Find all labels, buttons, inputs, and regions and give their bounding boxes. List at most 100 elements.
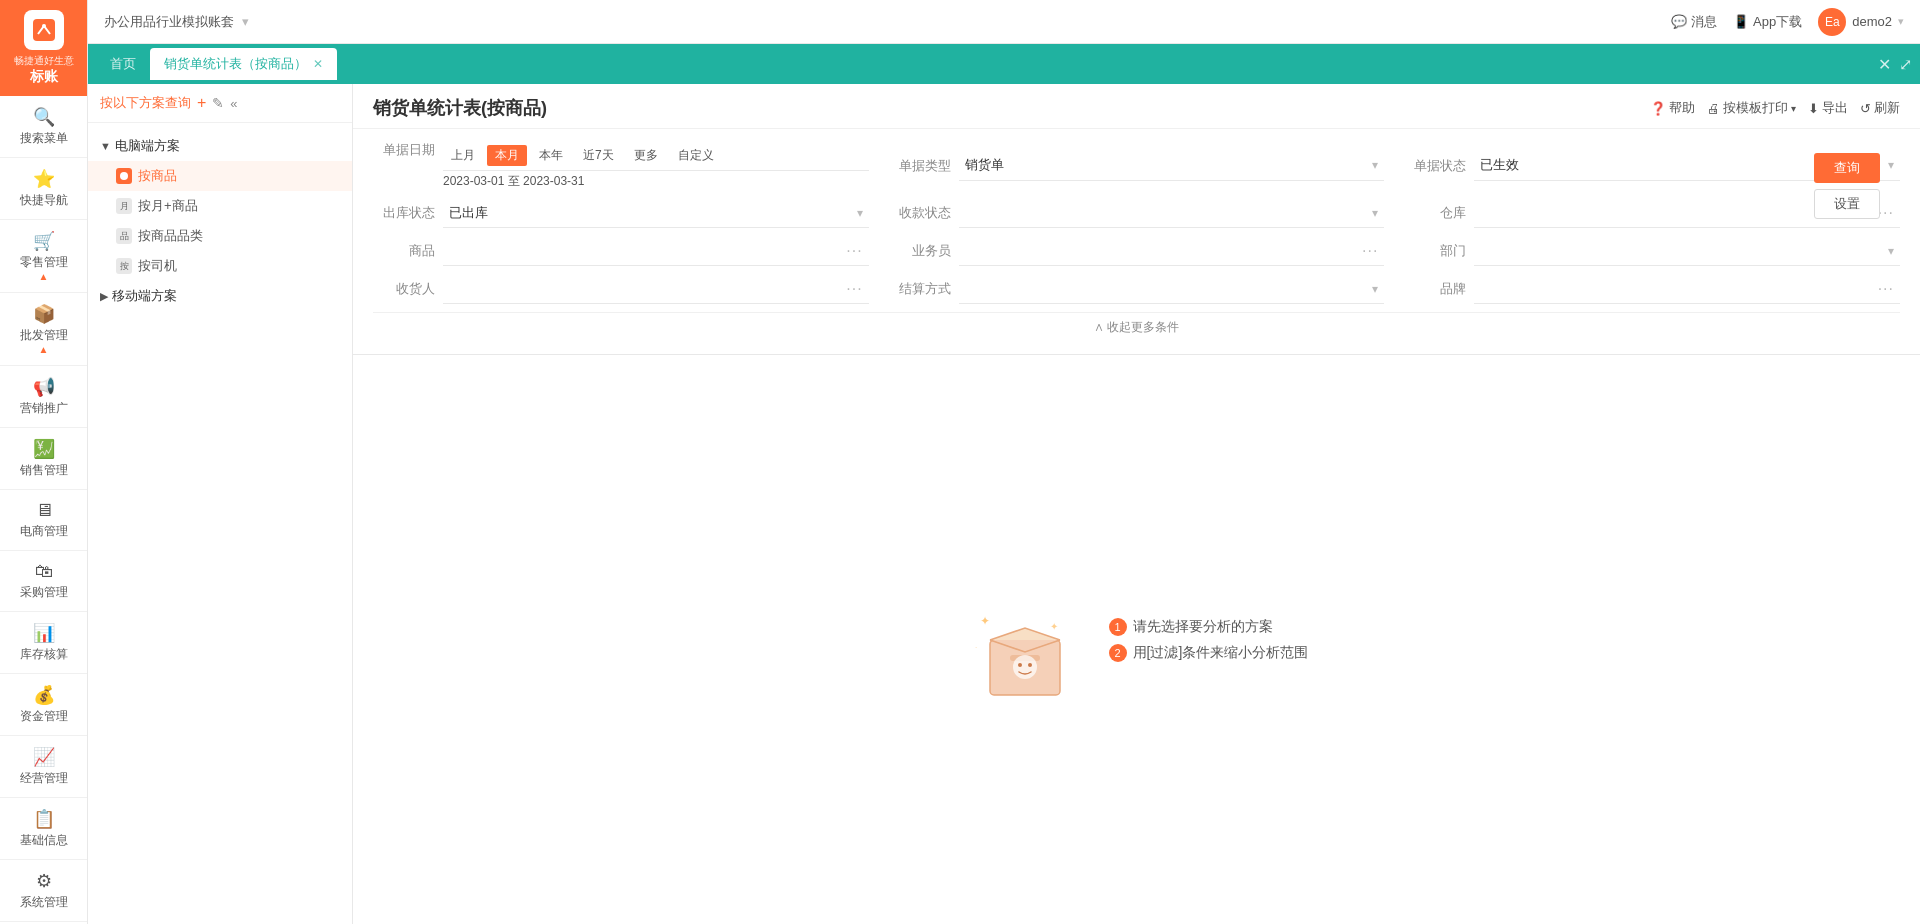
date-custom[interactable]: 自定义 bbox=[670, 145, 722, 166]
date-current-month[interactable]: 本月 bbox=[487, 145, 527, 166]
collapse-bar[interactable]: ∧ 收起更多条件 bbox=[373, 312, 1900, 342]
right-panel: 销货单统计表(按商品) ❓ 帮助 🖨 按模板打印 ▾ ⬇ 导出 bbox=[353, 84, 1920, 924]
doc-status-label: 单据状态 bbox=[1404, 157, 1474, 175]
recipient-filter-group: 收货人 ··· bbox=[373, 274, 869, 304]
tab-home[interactable]: 首页 bbox=[96, 48, 150, 80]
sidebar-item-wholesale[interactable]: 📦 批发管理 ▲ bbox=[0, 293, 87, 366]
sidebar-item-base[interactable]: 📋 基础信息 bbox=[0, 798, 87, 860]
department-arrow: ▾ bbox=[1888, 244, 1894, 258]
out-status-control[interactable]: 已出库 ▾ bbox=[443, 198, 869, 228]
recipient-control[interactable]: ··· bbox=[443, 274, 869, 304]
add-scheme-btn[interactable]: + bbox=[197, 94, 206, 112]
tab-bar-actions: ✕ ⤢ bbox=[1878, 55, 1912, 74]
product-control[interactable]: ··· bbox=[443, 236, 869, 266]
message-btn[interactable]: 💬 消息 bbox=[1671, 13, 1717, 31]
left-panel-title: 按以下方案查询 bbox=[100, 94, 191, 112]
tab-close-all-icon[interactable]: ✕ bbox=[1878, 55, 1891, 74]
salesperson-dots: ··· bbox=[1362, 242, 1378, 260]
sidebar-item-retail[interactable]: 🛒 零售管理 ▲ bbox=[0, 220, 87, 293]
tree-group-pc: ▼ 电脑端方案 按商品 月 按月+商品 品 bbox=[88, 131, 352, 281]
sidebar-item-finance[interactable]: 💰 资金管理 bbox=[0, 674, 87, 736]
doc-status-value: 已生效 bbox=[1480, 156, 1519, 174]
help-btn[interactable]: ❓ 帮助 bbox=[1650, 99, 1695, 117]
svg-point-7 bbox=[1028, 663, 1032, 667]
tree-item-by-cashier[interactable]: 按 按司机 bbox=[88, 251, 352, 281]
print-btn[interactable]: 🖨 按模板打印 ▾ bbox=[1707, 99, 1796, 117]
header-right: 💬 消息 📱 App下载 Ea demo2 ▾ bbox=[1671, 8, 1904, 36]
by-category-icon: 品 bbox=[116, 228, 132, 244]
tree-item-by-month-product[interactable]: 月 按月+商品 bbox=[88, 191, 352, 221]
help-icon: ❓ bbox=[1650, 101, 1666, 116]
by-product-label: 按商品 bbox=[138, 167, 177, 185]
query-btn[interactable]: 查询 bbox=[1814, 153, 1880, 183]
export-btn[interactable]: ⬇ 导出 bbox=[1808, 99, 1848, 117]
payment-filter-group: 结算方式 ▾ bbox=[889, 274, 1385, 304]
date-last-7days[interactable]: 近7天 bbox=[575, 145, 622, 166]
date-last-month[interactable]: 上月 bbox=[443, 145, 483, 166]
sidebar-item-purchase[interactable]: 🛍 采购管理 bbox=[0, 551, 87, 612]
left-panel-header: 按以下方案查询 + ✎ « bbox=[88, 84, 352, 123]
by-month-product-label: 按月+商品 bbox=[138, 197, 198, 215]
suite-dropdown-arrow[interactable]: ▾ bbox=[242, 14, 249, 29]
sidebar-item-ecommerce[interactable]: 🖥 电商管理 bbox=[0, 490, 87, 551]
brand-control[interactable]: ··· bbox=[1474, 274, 1900, 304]
sidebar-quick-nav[interactable]: ⭐ 快捷导航 bbox=[0, 158, 87, 220]
filter-row-2: 出库状态 已出库 ▾ 收款状态 ▾ bbox=[373, 198, 1900, 228]
logo-icon bbox=[24, 10, 64, 50]
product-label: 商品 bbox=[373, 242, 443, 260]
tree-group-mobile: ▶ 移动端方案 bbox=[88, 281, 352, 311]
sidebar-search[interactable]: 🔍 搜索菜单 bbox=[0, 96, 87, 158]
tab-close-icon[interactable]: ✕ bbox=[313, 57, 323, 71]
date-more[interactable]: 更多 bbox=[626, 145, 666, 166]
base-icon: 📋 bbox=[33, 808, 55, 830]
quick-nav-icon: ⭐ bbox=[33, 168, 55, 190]
svg-text:·: · bbox=[975, 643, 977, 652]
recipient-dots: ··· bbox=[846, 280, 862, 298]
filter-area: 单据日期 上月 本月 本年 近7天 更多 自定义 20 bbox=[353, 129, 1920, 355]
sidebar-item-stock[interactable]: 📊 库存核算 bbox=[0, 612, 87, 674]
wholesale-icon: 📦 bbox=[33, 303, 55, 325]
by-cashier-icon: 按 bbox=[116, 258, 132, 274]
tree-group-mobile-header[interactable]: ▶ 移动端方案 bbox=[88, 281, 352, 311]
empty-hint-1-num: 1 bbox=[1109, 618, 1127, 636]
salesperson-label: 业务员 bbox=[889, 242, 959, 260]
tab-expand-icon[interactable]: ⤢ bbox=[1899, 55, 1912, 74]
doc-type-control[interactable]: 销货单 ▾ bbox=[959, 151, 1385, 181]
sidebar-item-operation[interactable]: 📈 经营管理 bbox=[0, 736, 87, 798]
tab-sales-stats-label: 销货单统计表（按商品） bbox=[164, 55, 307, 73]
refresh-btn[interactable]: ↺ 刷新 bbox=[1860, 99, 1900, 117]
sidebar-item-system[interactable]: ⚙ 系统管理 bbox=[0, 860, 87, 922]
salesperson-control[interactable]: ··· bbox=[959, 236, 1385, 266]
avatar: Ea bbox=[1818, 8, 1846, 36]
by-product-icon bbox=[116, 168, 132, 184]
tree-item-by-product[interactable]: 按商品 bbox=[88, 161, 352, 191]
tree-item-by-category[interactable]: 品 按商品品类 bbox=[88, 221, 352, 251]
app-download-btn[interactable]: 📱 App下载 bbox=[1733, 13, 1802, 31]
empty-state: ✦ ✦ · 1 请先选择要分析的方案 2 用[过滤]条件来缩小分析范围 bbox=[353, 355, 1920, 924]
payment-control[interactable]: ▾ bbox=[959, 274, 1385, 304]
sidebar-item-sales[interactable]: 💹 销售管理 bbox=[0, 428, 87, 490]
tree-group-pc-header[interactable]: ▼ 电脑端方案 bbox=[88, 131, 352, 161]
page-title-bar: 销货单统计表(按商品) ❓ 帮助 🖨 按模板打印 ▾ ⬇ 导出 bbox=[353, 84, 1920, 129]
department-control[interactable]: ▾ bbox=[1474, 236, 1900, 266]
doc-type-arrow: ▾ bbox=[1372, 158, 1378, 172]
brand-dots: ··· bbox=[1878, 280, 1894, 298]
sidebar-item-marketing[interactable]: 📢 营销推广 bbox=[0, 366, 87, 428]
doc-status-arrow: ▾ bbox=[1888, 158, 1894, 172]
retail-icon: 🛒 bbox=[33, 230, 55, 252]
user-name: demo2 bbox=[1852, 14, 1892, 29]
collect-status-control[interactable]: ▾ bbox=[959, 198, 1385, 228]
date-controls: 上月 本月 本年 近7天 更多 自定义 2023-03-01 至 2023-03… bbox=[443, 141, 869, 190]
user-area[interactable]: Ea demo2 ▾ bbox=[1818, 8, 1904, 36]
setting-btn[interactable]: 设置 bbox=[1814, 189, 1880, 219]
payment-arrow: ▾ bbox=[1372, 282, 1378, 296]
date-current-year[interactable]: 本年 bbox=[531, 145, 571, 166]
collapse-panel-btn[interactable]: « bbox=[230, 96, 237, 111]
edit-scheme-btn[interactable]: ✎ bbox=[212, 95, 224, 111]
date-pills-row: 上月 本月 本年 近7天 更多 自定义 bbox=[443, 141, 869, 171]
tab-sales-stats[interactable]: 销货单统计表（按商品） ✕ bbox=[150, 48, 337, 80]
salesperson-filter-group: 业务员 ··· bbox=[889, 236, 1385, 266]
doc-type-filter-group: 单据类型 销货单 ▾ bbox=[889, 141, 1385, 190]
purchase-icon: 🛍 bbox=[35, 561, 53, 582]
search-icon: 🔍 bbox=[33, 106, 55, 128]
